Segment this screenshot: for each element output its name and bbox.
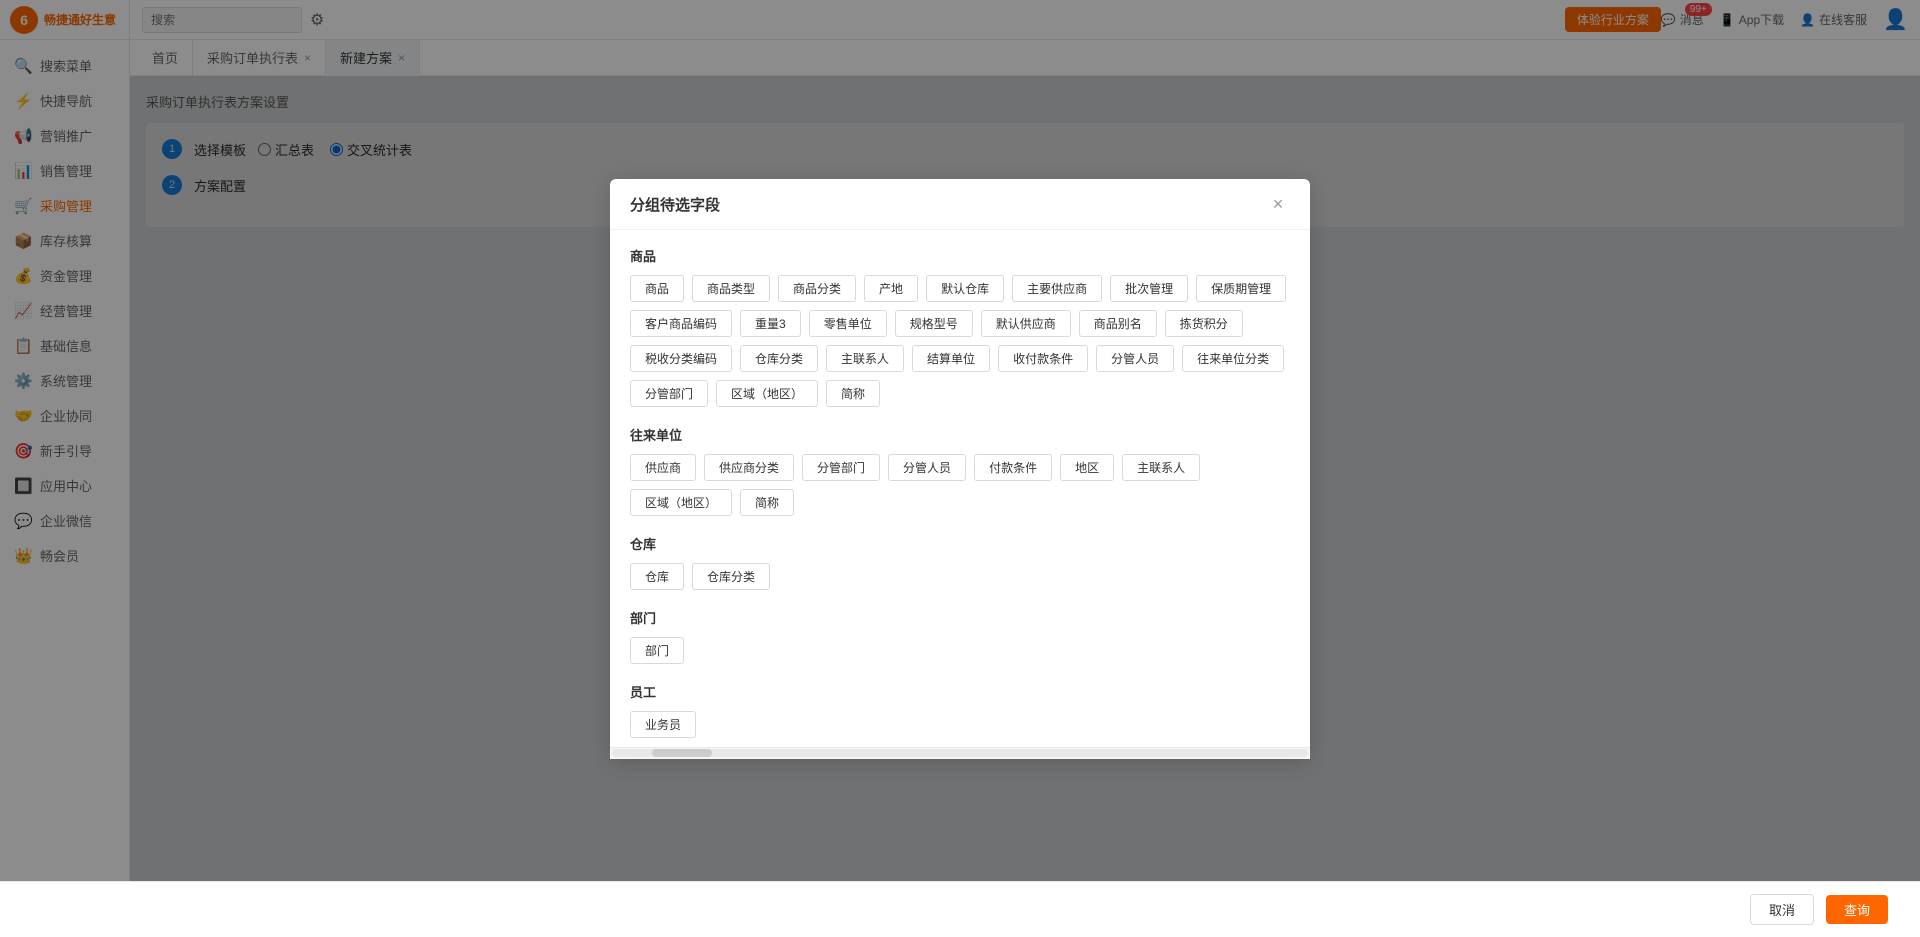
scrollbar-track bbox=[612, 749, 1308, 757]
field-tag-2-0[interactable]: 仓库 bbox=[630, 563, 684, 590]
field-tags-0: 商品商品类型商品分类产地默认仓库主要供应商批次管理保质期管理客户商品编码重量3 零… bbox=[630, 275, 1290, 407]
field-tag-1-2[interactable]: 分管部门 bbox=[802, 454, 880, 481]
field-tag-0-13[interactable]: 商品别名 bbox=[1079, 310, 1157, 337]
field-group-商品: 商品商品商品类型商品分类产地默认仓库主要供应商批次管理保质期管理客户商品编码重量… bbox=[630, 246, 1290, 407]
confirm-button[interactable]: 查询 bbox=[1826, 895, 1888, 924]
field-tag-1-5[interactable]: 地区 bbox=[1060, 454, 1114, 481]
field-tag-0-11[interactable]: 规格型号 bbox=[895, 310, 973, 337]
field-tag-0-24[interactable]: 简称 bbox=[826, 380, 880, 407]
field-tag-1-1[interactable]: 供应商分类 bbox=[704, 454, 794, 481]
field-tag-0-12[interactable]: 默认供应商 bbox=[981, 310, 1071, 337]
field-group-往来单位: 往来单位供应商供应商分类分管部门分管人员付款条件地区主联系人区域（地区） 简称 bbox=[630, 425, 1290, 516]
field-tag-4-0[interactable]: 业务员 bbox=[630, 711, 696, 738]
field-tag-0-20[interactable]: 分管人员 bbox=[1096, 345, 1174, 372]
field-tag-0-22[interactable]: 分管部门 bbox=[630, 380, 708, 407]
field-tag-1-7[interactable]: 区域（地区） bbox=[630, 489, 732, 516]
cancel-button[interactable]: 取消 bbox=[1750, 894, 1814, 925]
field-tag-2-1[interactable]: 仓库分类 bbox=[692, 563, 770, 590]
field-tag-1-8[interactable]: 简称 bbox=[740, 489, 794, 516]
dialog: 分组待选字段 × 商品商品商品类型商品分类产地默认仓库主要供应商批次管理保质期管… bbox=[610, 179, 1310, 759]
field-tags-2: 仓库仓库分类 bbox=[630, 563, 1290, 590]
field-group-员工: 员工业务员 bbox=[630, 682, 1290, 738]
dialog-close-button[interactable]: × bbox=[1266, 193, 1290, 217]
field-tag-1-3[interactable]: 分管人员 bbox=[888, 454, 966, 481]
field-group-仓库: 仓库仓库仓库分类 bbox=[630, 534, 1290, 590]
field-tag-0-23[interactable]: 区域（地区） bbox=[716, 380, 818, 407]
group-title-0: 商品 bbox=[630, 246, 1290, 265]
field-tag-3-0[interactable]: 部门 bbox=[630, 637, 684, 664]
field-tag-0-9[interactable]: 重量3 bbox=[740, 310, 801, 337]
field-tag-0-5[interactable]: 主要供应商 bbox=[1012, 275, 1102, 302]
dialog-title: 分组待选字段 bbox=[630, 194, 720, 215]
field-tag-1-0[interactable]: 供应商 bbox=[630, 454, 696, 481]
field-group-部门: 部门部门 bbox=[630, 608, 1290, 664]
field-tag-0-3[interactable]: 产地 bbox=[864, 275, 918, 302]
field-tag-0-21[interactable]: 往来单位分类 bbox=[1182, 345, 1284, 372]
field-tag-0-16[interactable]: 仓库分类 bbox=[740, 345, 818, 372]
field-tag-0-8[interactable]: 客户商品编码 bbox=[630, 310, 732, 337]
scrollbar-thumb bbox=[652, 749, 712, 757]
field-tag-0-17[interactable]: 主联系人 bbox=[826, 345, 904, 372]
field-tag-0-10[interactable]: 零售单位 bbox=[809, 310, 887, 337]
field-tag-1-6[interactable]: 主联系人 bbox=[1122, 454, 1200, 481]
field-tag-0-19[interactable]: 收付款条件 bbox=[998, 345, 1088, 372]
dialog-body[interactable]: 商品商品商品类型商品分类产地默认仓库主要供应商批次管理保质期管理客户商品编码重量… bbox=[610, 230, 1310, 747]
group-title-2: 仓库 bbox=[630, 534, 1290, 553]
field-tags-3: 部门 bbox=[630, 637, 1290, 664]
dialog-header: 分组待选字段 × bbox=[610, 179, 1310, 230]
dialog-overlay: 分组待选字段 × 商品商品商品类型商品分类产地默认仓库主要供应商批次管理保质期管… bbox=[0, 0, 1920, 937]
field-tag-0-4[interactable]: 默认仓库 bbox=[926, 275, 1004, 302]
field-tag-0-6[interactable]: 批次管理 bbox=[1110, 275, 1188, 302]
field-tag-0-15[interactable]: 税收分类编码 bbox=[630, 345, 732, 372]
dialog-scrollbar[interactable] bbox=[610, 747, 1310, 759]
field-tag-1-4[interactable]: 付款条件 bbox=[974, 454, 1052, 481]
field-tag-0-1[interactable]: 商品类型 bbox=[692, 275, 770, 302]
field-tag-0-7[interactable]: 保质期管理 bbox=[1196, 275, 1286, 302]
page-footer: 取消 查询 bbox=[0, 881, 1920, 937]
field-tag-0-0[interactable]: 商品 bbox=[630, 275, 684, 302]
group-title-1: 往来单位 bbox=[630, 425, 1290, 444]
field-tag-0-18[interactable]: 结算单位 bbox=[912, 345, 990, 372]
field-tag-0-2[interactable]: 商品分类 bbox=[778, 275, 856, 302]
field-tag-0-14[interactable]: 拣货积分 bbox=[1165, 310, 1243, 337]
group-title-4: 员工 bbox=[630, 682, 1290, 701]
group-title-3: 部门 bbox=[630, 608, 1290, 627]
field-tags-1: 供应商供应商分类分管部门分管人员付款条件地区主联系人区域（地区） 简称 bbox=[630, 454, 1290, 516]
field-tags-4: 业务员 bbox=[630, 711, 1290, 738]
